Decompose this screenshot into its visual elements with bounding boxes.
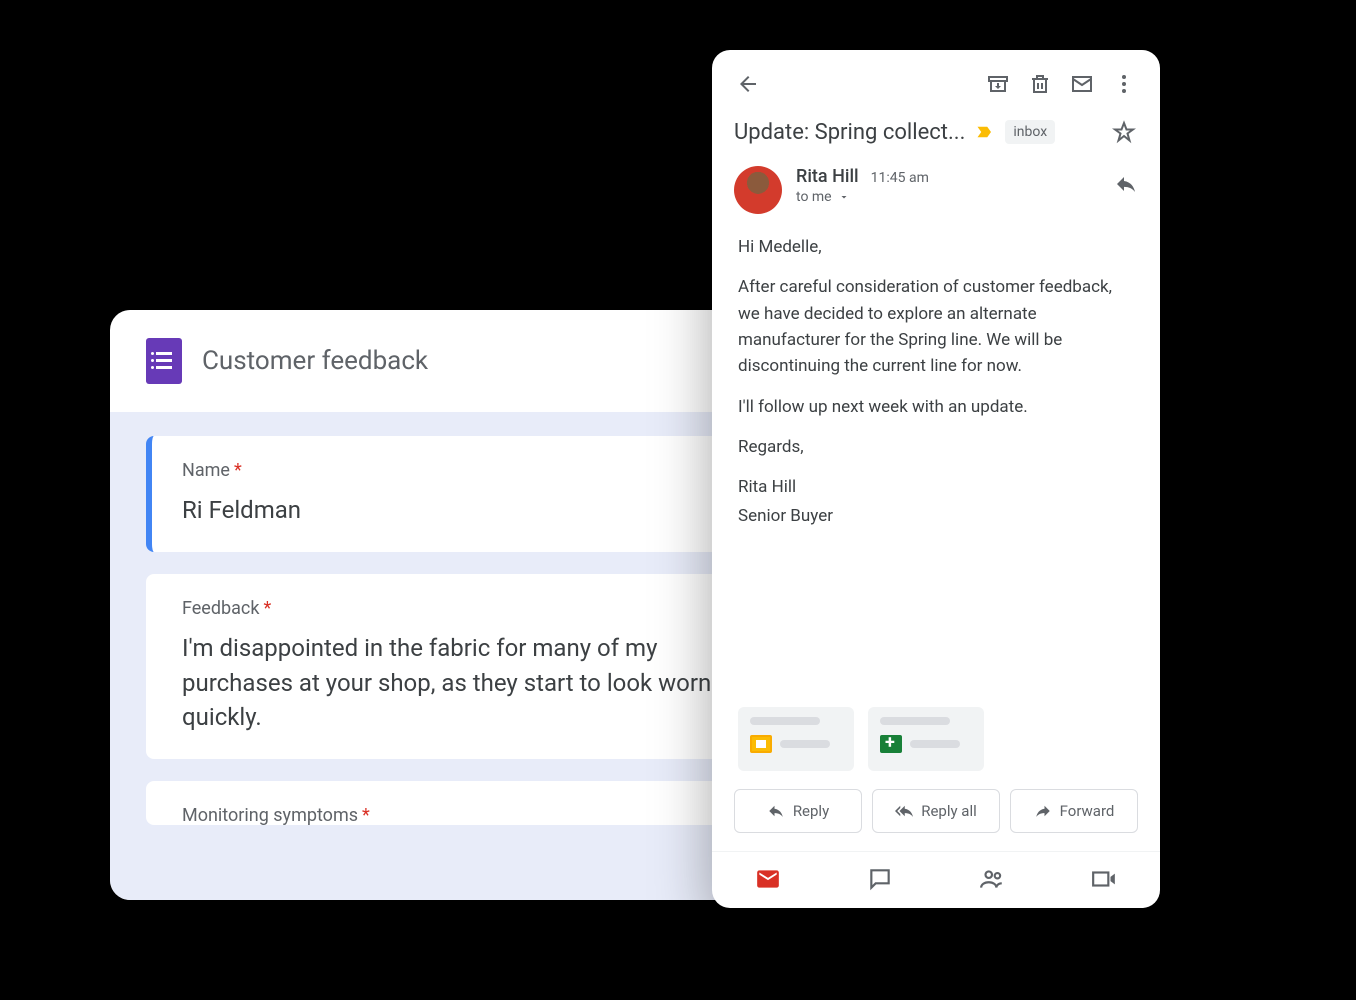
inbox-label[interactable]: inbox (1005, 120, 1055, 144)
form-value[interactable]: I'm disappointed in the fabric for many … (182, 631, 764, 735)
chevron-down-icon (838, 191, 850, 203)
sender-name: Rita Hill (796, 166, 859, 187)
forward-icon (1034, 802, 1052, 820)
forms-title: Customer feedback (202, 346, 428, 376)
email-greeting: Hi Medelle, (738, 234, 1134, 260)
people-icon (977, 866, 1007, 892)
mail-icon (1070, 72, 1094, 96)
attachment-sheets[interactable] (868, 707, 984, 771)
field-label-text: Name (182, 460, 230, 481)
reply-all-label: Reply all (921, 802, 977, 820)
reply-icon (767, 802, 785, 820)
sender-avatar[interactable] (734, 166, 782, 214)
nav-chat[interactable] (824, 866, 936, 892)
gmail-panel: Update: Spring collect... inbox Rita Hil… (712, 50, 1160, 908)
form-field-monitoring[interactable]: Monitoring symptoms* (146, 781, 794, 825)
nav-meet[interactable] (1048, 866, 1160, 892)
signature-title: Senior Buyer (738, 503, 1134, 529)
star-outline-icon (1112, 120, 1136, 144)
mark-unread-button[interactable] (1068, 70, 1096, 98)
bottom-nav (712, 851, 1160, 908)
attachment-title-placeholder (880, 717, 950, 725)
email-body: Hi Medelle, After careful consideration … (712, 228, 1160, 701)
attachment-slides[interactable] (738, 707, 854, 771)
attachment-subtitle-placeholder (910, 740, 960, 748)
arrow-back-icon (736, 72, 760, 96)
delete-button[interactable] (1026, 70, 1054, 98)
sender-info: Rita Hill 11:45 am to me (796, 166, 1100, 214)
form-label: Monitoring symptoms* (182, 805, 764, 825)
sheets-icon (880, 735, 902, 753)
sender-row: Rita Hill 11:45 am to me (712, 160, 1160, 228)
email-subject: Update: Spring collect... (734, 120, 965, 145)
action-row: Reply Reply all Forward (712, 789, 1160, 851)
form-label: Name* (182, 460, 764, 481)
subject-row: Update: Spring collect... inbox (712, 108, 1160, 160)
sender-to[interactable]: to me (796, 189, 1100, 205)
form-value[interactable]: Ri Feldman (182, 493, 764, 528)
gmail-topbar (712, 50, 1160, 108)
required-asterisk: * (263, 598, 271, 619)
attachment-subtitle-placeholder (780, 740, 830, 748)
chat-icon (867, 866, 893, 892)
nav-mail[interactable] (712, 866, 824, 892)
attachments-row (712, 701, 1160, 789)
required-asterisk: * (362, 805, 370, 825)
field-label-text: Feedback (182, 598, 259, 619)
mail-filled-icon (755, 866, 781, 892)
form-label: Feedback* (182, 598, 764, 619)
archive-button[interactable] (984, 70, 1012, 98)
back-button[interactable] (734, 70, 762, 98)
reply-all-icon (895, 802, 913, 820)
reply-icon-button[interactable] (1114, 166, 1138, 214)
reply-label: Reply (793, 802, 829, 820)
reply-button[interactable]: Reply (734, 789, 862, 833)
reply-all-button[interactable]: Reply all (872, 789, 1000, 833)
email-paragraph: After careful consideration of customer … (738, 274, 1134, 379)
field-label-text: Monitoring symptoms (182, 805, 358, 825)
trash-icon (1028, 72, 1052, 96)
form-field-name[interactable]: Name* Ri Feldman (146, 436, 794, 552)
signature-name: Rita Hill (738, 474, 1134, 500)
forms-app-icon (146, 338, 182, 384)
more-button[interactable] (1110, 70, 1138, 98)
star-button[interactable] (1110, 118, 1138, 146)
attachment-title-placeholder (750, 717, 820, 725)
more-vert-icon (1112, 72, 1136, 96)
email-paragraph: I'll follow up next week with an update. (738, 394, 1134, 420)
forward-button[interactable]: Forward (1010, 789, 1138, 833)
archive-icon (986, 72, 1010, 96)
reply-icon (1114, 172, 1138, 196)
slides-icon (750, 735, 772, 753)
nav-spaces[interactable] (936, 866, 1048, 892)
forward-label: Forward (1060, 802, 1115, 820)
important-icon[interactable] (975, 123, 995, 141)
video-icon (1090, 866, 1118, 892)
to-text: to me (796, 189, 832, 205)
email-closing: Regards, (738, 434, 1134, 460)
sender-time: 11:45 am (871, 170, 929, 186)
form-field-feedback[interactable]: Feedback* I'm disappointed in the fabric… (146, 574, 794, 759)
required-asterisk: * (234, 460, 242, 481)
